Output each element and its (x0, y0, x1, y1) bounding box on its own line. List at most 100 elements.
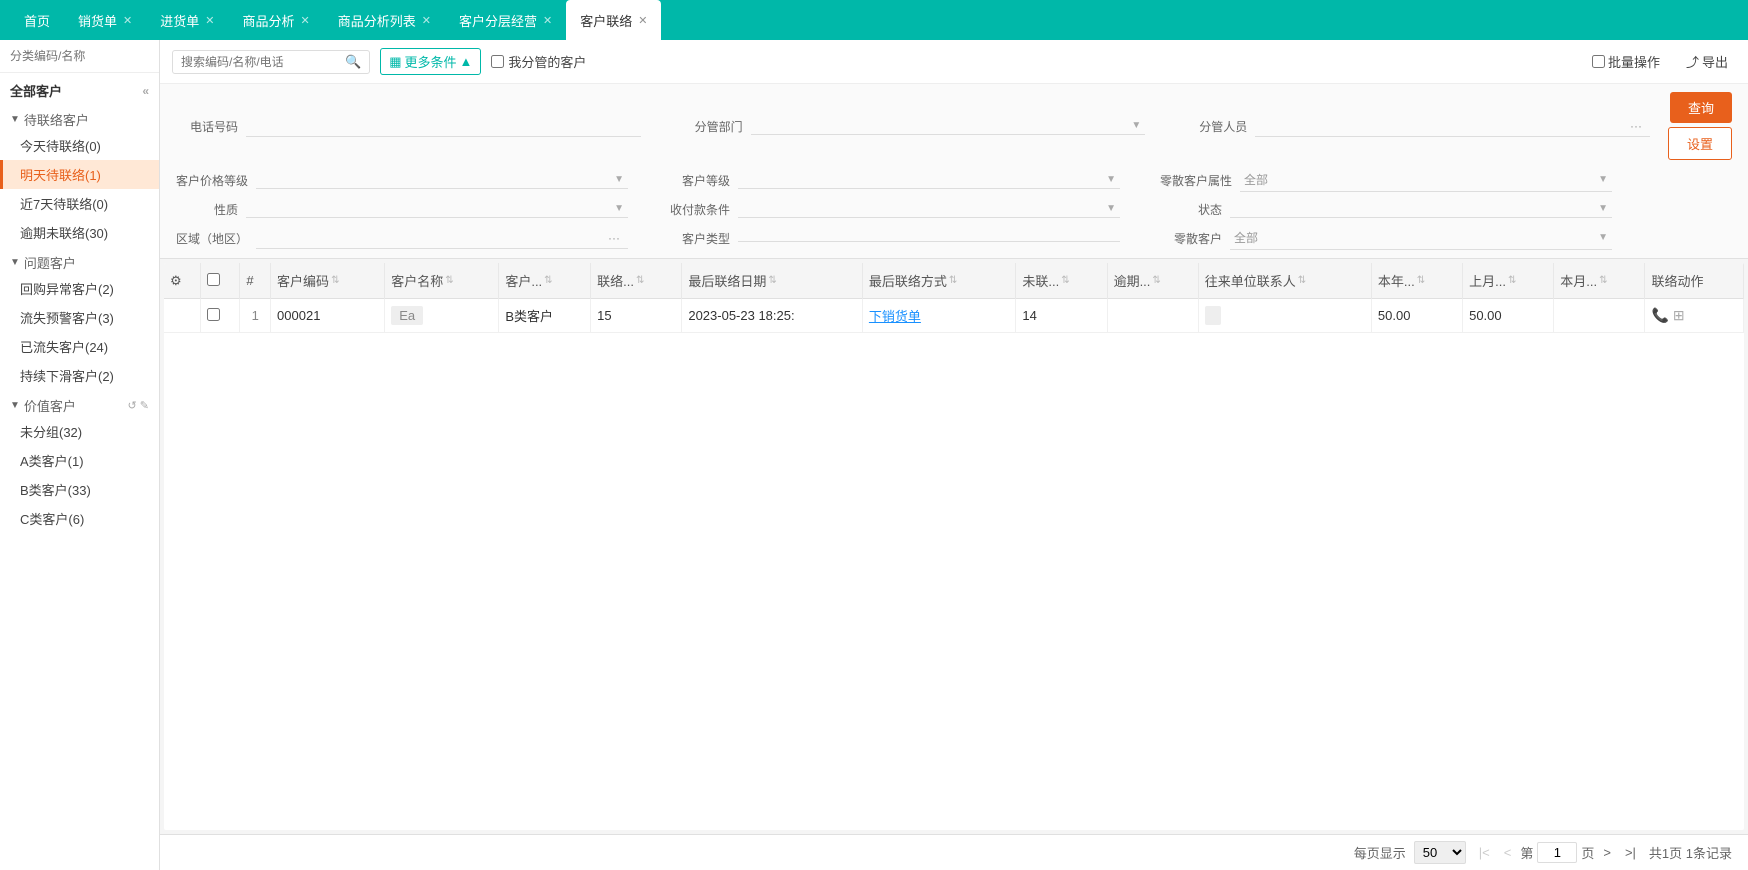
col-action: 联络动作 (1645, 263, 1744, 299)
cell-name[interactable]: Ea (385, 299, 499, 333)
sidebar-search-input[interactable] (10, 49, 160, 63)
more-icon[interactable]: ··· (1626, 119, 1646, 133)
manager-select[interactable]: ··· (1255, 116, 1650, 137)
col-contact-count[interactable]: 联络...⇅ (591, 263, 682, 299)
col-unlinked[interactable]: 未联...⇅ (1016, 263, 1107, 299)
col-this-year[interactable]: 本年...⇅ (1371, 263, 1462, 299)
region-select[interactable]: ··· (256, 228, 628, 249)
search-input[interactable] (181, 55, 341, 69)
col-contacts[interactable]: 往来单位联系人⇅ (1198, 263, 1371, 299)
sidebar-item-7days-pending[interactable]: 近7天待联络(0) (0, 189, 159, 218)
cell-checkbox[interactable] (201, 299, 240, 333)
all-customers-header[interactable]: 全部客户 « (0, 73, 159, 104)
col-this-month[interactable]: 本月...⇅ (1554, 263, 1645, 299)
sidebar-item-churned[interactable]: 已流失客户(24) (0, 332, 159, 361)
customer-type-select[interactable] (738, 235, 1120, 242)
close-icon[interactable]: ✕ (543, 14, 552, 27)
more-icon[interactable]: ··· (604, 231, 624, 245)
col-overdue[interactable]: 逾期...⇅ (1107, 263, 1198, 299)
nav-product-analysis-list[interactable]: 商品分析列表 ✕ (324, 0, 445, 40)
sidebar-item-churn-warning[interactable]: 流失预警客户(3) (0, 303, 159, 332)
last-page-button[interactable]: >| (1620, 843, 1641, 862)
customer-level-select[interactable]: ▼ (738, 171, 1120, 189)
page-size-select[interactable]: 50 100 (1414, 841, 1466, 864)
search-box[interactable]: 🔍 (172, 50, 370, 74)
department-select[interactable]: ▼ (751, 117, 1146, 135)
sort-icon: ⇅ (768, 275, 776, 286)
sidebar-item-overdue-pending[interactable]: 逾期未联络(30) (0, 218, 159, 247)
page-input[interactable] (1537, 842, 1577, 863)
sidebar-item-b-class[interactable]: B类客户(33) (0, 475, 159, 504)
phone-icon[interactable]: 📞 (1651, 307, 1668, 324)
my-customers-checkbox[interactable]: 我分管的客户 (491, 52, 586, 71)
nav-customer-contact[interactable]: 客户联络 ✕ (566, 0, 661, 40)
next-page-button[interactable]: > (1598, 843, 1616, 862)
col-last-month[interactable]: 上月...⇅ (1463, 263, 1554, 299)
sidebar-item-c-class[interactable]: C类客户(6) (0, 504, 159, 533)
search-icon[interactable]: 🔍 (345, 54, 361, 70)
last-method-link[interactable]: 下销货单 (869, 309, 921, 324)
filter-manager: 分管人员 ··· (1185, 116, 1650, 137)
col-customer-type[interactable]: 客户...⇅ (499, 263, 591, 299)
query-button-group: 查询 设置 (1650, 92, 1732, 160)
sidebar-item-ungrouped[interactable]: 未分组(32) (0, 417, 159, 446)
advanced-filter: 电话号码 分管部门 ▼ 分管人员 ··· (160, 84, 1748, 259)
close-icon[interactable]: ✕ (422, 14, 431, 27)
filter-row-2: 客户价格等级 ▼ 客户等级 ▼ 零散客户属性 (176, 168, 1732, 192)
col-last-contact-method[interactable]: 最后联络方式⇅ (862, 263, 1016, 299)
close-icon[interactable]: ✕ (638, 14, 647, 27)
col-customer-code[interactable]: 客户编码⇅ (271, 263, 385, 299)
row-checkbox[interactable] (207, 308, 220, 321)
more-conditions-button[interactable]: ▦ 更多条件 ▲ (380, 48, 481, 75)
close-icon[interactable]: ✕ (301, 14, 310, 27)
export-button[interactable]: ⤴ 导出 (1678, 49, 1736, 74)
settings-button[interactable]: 设置 (1668, 127, 1732, 160)
close-icon[interactable]: ✕ (205, 14, 214, 27)
col-last-contact-date[interactable]: 最后联络日期⇅ (682, 263, 863, 299)
retail-attr-select[interactable]: 全部 ▼ (1240, 168, 1612, 192)
sidebar-search-box[interactable]: 🔍 (0, 40, 159, 73)
price-level-select[interactable]: ▼ (256, 171, 628, 189)
chevron-down-icon: ▼ (1598, 203, 1608, 214)
action-icons: 📞 ⊞ (1651, 307, 1737, 324)
status-select[interactable]: ▼ (1230, 200, 1612, 218)
batch-operation-button[interactable]: 批量操作 (1584, 49, 1668, 74)
nav-home[interactable]: 首页 (10, 0, 64, 40)
phone-input[interactable] (246, 116, 641, 137)
sidebar-item-today-pending[interactable]: 今天待联络(0) (0, 131, 159, 160)
sidebar-item-a-class[interactable]: A类客户(1) (0, 446, 159, 475)
sort-icon: ⇅ (636, 275, 644, 286)
nav-product-analysis[interactable]: 商品分析 ✕ (228, 0, 323, 40)
filter-right-actions: 批量操作 ⤴ 导出 (1584, 49, 1736, 74)
prev-page-button[interactable]: < (1499, 843, 1517, 862)
select-all-checkbox[interactable] (207, 273, 220, 286)
col-checkbox[interactable] (201, 263, 240, 299)
first-page-button[interactable]: |< (1474, 843, 1495, 862)
col-settings[interactable]: ⚙ (164, 263, 201, 299)
retail-customer-select[interactable]: 全部 ▼ (1230, 226, 1612, 250)
my-customers-check[interactable] (491, 55, 504, 68)
batch-check[interactable] (1592, 55, 1605, 68)
close-icon[interactable]: ✕ (123, 14, 132, 27)
cell-unlinked: 14 (1016, 299, 1107, 333)
payment-terms-select[interactable]: ▼ (738, 200, 1120, 218)
filter-payment-terms: 收付款条件 ▼ (668, 200, 1120, 218)
cell-type: B类客户 (499, 299, 591, 333)
cell-last-method[interactable]: 下销货单 (862, 299, 1016, 333)
nature-select[interactable]: ▼ (246, 200, 628, 218)
cell-overdue (1107, 299, 1198, 333)
chevron-down-icon: ▼ (1131, 120, 1141, 131)
chevron-down-icon: ▼ (614, 203, 624, 214)
sidebar-item-abnormal-repurchase[interactable]: 回购异常客户(2) (0, 274, 159, 303)
filter-nature: 性质 ▼ (176, 200, 628, 218)
nav-purchase-order[interactable]: 进货单 ✕ (146, 0, 228, 40)
sidebar-item-tomorrow-pending[interactable]: 明天待联络(1) (0, 160, 159, 189)
filter-retail-customer: 零散客户 全部 ▼ (1160, 226, 1612, 250)
col-customer-name[interactable]: 客户名称⇅ (385, 263, 499, 299)
grid-icon[interactable]: ⊞ (1673, 307, 1685, 324)
query-button[interactable]: 查询 (1670, 92, 1732, 123)
sidebar-item-declining[interactable]: 持续下滑客户(2) (0, 361, 159, 390)
nav-sales-order[interactable]: 销货单 ✕ (64, 0, 146, 40)
nav-customer-segmentation[interactable]: 客户分层经营 ✕ (445, 0, 566, 40)
sort-icon: ⇅ (1599, 275, 1607, 286)
